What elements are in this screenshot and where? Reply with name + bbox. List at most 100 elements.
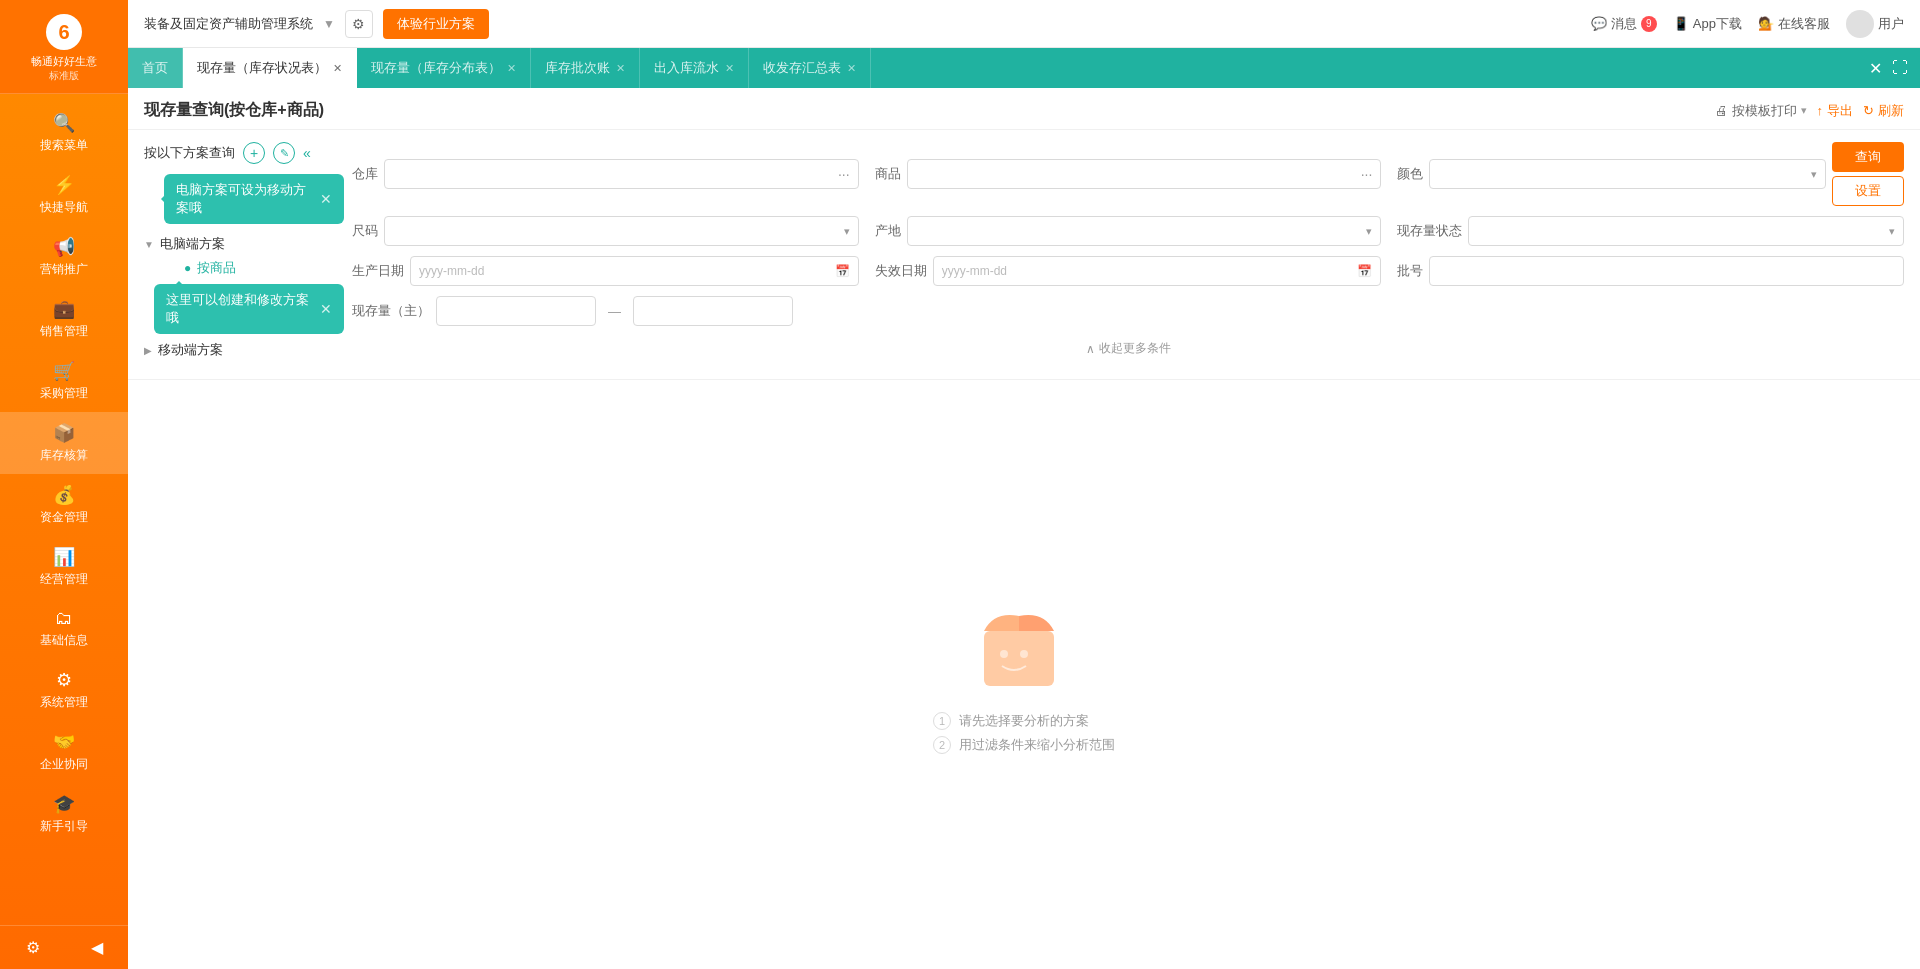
settings-button[interactable]: 设置: [1832, 176, 1904, 206]
tooltip-close-btn[interactable]: ✕: [320, 191, 332, 207]
tree-arrow-mobile[interactable]: ▶: [144, 345, 152, 356]
origin-select[interactable]: ▾: [907, 216, 1382, 246]
scheme-tooltip2-wrap: 这里可以创建和修改方案哦 ✕: [154, 284, 344, 334]
size-select[interactable]: ▾: [384, 216, 859, 246]
main-area: 装备及固定资产辅助管理系统 ▼ ⚙ 体验行业方案 💬 消息 9 📱 App下载 …: [128, 0, 1920, 969]
query-button[interactable]: 查询: [1832, 142, 1904, 172]
tab-inventory-dist[interactable]: 现存量（库存分布表） ✕: [357, 48, 531, 88]
tab-close-all-btn[interactable]: ✕: [1869, 59, 1882, 78]
message-item[interactable]: 💬 消息 9: [1591, 15, 1657, 33]
sidebar-item-finance[interactable]: 💰 资金管理: [0, 474, 128, 536]
tab-home[interactable]: 首页: [128, 48, 183, 88]
sidebar-item-label: 资金管理: [40, 509, 88, 526]
refresh-btn[interactable]: ↻ 刷新: [1863, 102, 1904, 120]
tab-inout-flow[interactable]: 出入库流水 ✕: [640, 48, 749, 88]
batch-input[interactable]: [1429, 256, 1904, 286]
goods-dots[interactable]: ···: [1361, 166, 1373, 182]
export-label: 导出: [1827, 102, 1853, 120]
produce-date-label: 生产日期: [352, 262, 404, 280]
tab-close-batch-account[interactable]: ✕: [616, 62, 625, 75]
tree-item-mobile: ▶ 移动端方案: [144, 338, 344, 362]
svg-point-1: [1000, 650, 1008, 658]
tree-label-pc[interactable]: 电脑端方案: [160, 235, 225, 253]
sidebar-item-system[interactable]: ⚙ 系统管理: [0, 659, 128, 721]
sidebar-item-label: 销售管理: [40, 323, 88, 340]
produce-date-input[interactable]: yyyy-mm-dd 📅: [410, 256, 859, 286]
user-item[interactable]: 用户: [1846, 10, 1904, 38]
top-header: 装备及固定资产辅助管理系统 ▼ ⚙ 体验行业方案 💬 消息 9 📱 App下载 …: [128, 0, 1920, 48]
export-btn[interactable]: ↑ 导出: [1817, 102, 1854, 120]
tab-batch-account-label: 库存批次账: [545, 59, 610, 77]
tab-close-inventory-dist[interactable]: ✕: [507, 62, 516, 75]
tab-inventory-dist-label: 现存量（库存分布表）: [371, 59, 501, 77]
tooltip2-close-btn[interactable]: ✕: [320, 301, 332, 317]
system-dropdown-icon[interactable]: ▼: [323, 17, 335, 31]
tree-label-mobile[interactable]: 移动端方案: [158, 341, 223, 359]
enterprise-icon: 🤝: [53, 731, 75, 753]
range-separator: —: [608, 304, 621, 319]
page-actions: 🖨 按模板打印 ▾ ↑ 导出 ↻ 刷新: [1715, 102, 1905, 120]
expire-date-calendar-icon[interactable]: 📅: [1357, 264, 1372, 278]
batch-field: 批号: [1397, 256, 1904, 286]
tab-expand-btn[interactable]: ⛶: [1892, 59, 1908, 77]
tab-receive-summary[interactable]: 收发存汇总表 ✕: [749, 48, 871, 88]
empty-hint-1: 1 请先选择要分析的方案: [933, 712, 1115, 730]
tab-inventory-status[interactable]: 现存量（库存状况表） ✕: [183, 48, 357, 88]
sidebar-item-purchase[interactable]: 🛒 采购管理: [0, 350, 128, 412]
header-right: 💬 消息 9 📱 App下载 💁 在线客服 用户: [1591, 10, 1904, 38]
produce-date-value: yyyy-mm-dd: [419, 264, 484, 278]
tab-close-inout-flow[interactable]: ✕: [725, 62, 734, 75]
stock-main-to[interactable]: [633, 296, 793, 326]
tree-arrow-pc[interactable]: ▼: [144, 239, 154, 250]
tab-close-receive-summary[interactable]: ✕: [847, 62, 856, 75]
filter-edit-btn[interactable]: ✎: [273, 142, 295, 164]
sidebar-item-inventory[interactable]: 📦 库存核算: [0, 412, 128, 474]
settings-btn[interactable]: ⚙: [26, 938, 40, 957]
scheme-panel: 按以下方案查询 + ✎ « 电脑方案可设为移动方案哦 ✕: [144, 142, 344, 362]
guide-icon: 🎓: [53, 793, 75, 815]
user-label: 用户: [1878, 15, 1904, 33]
collapse-sidebar-btn[interactable]: ◀: [91, 938, 103, 957]
sidebar-item-enterprise[interactable]: 🤝 企业协同: [0, 721, 128, 783]
stock-main-from[interactable]: [436, 296, 596, 326]
produce-date-calendar-icon[interactable]: 📅: [835, 264, 850, 278]
app-download-item[interactable]: 📱 App下载: [1673, 15, 1742, 33]
sidebar-item-guide[interactable]: 🎓 新手引导: [0, 783, 128, 845]
warehouse-input[interactable]: ···: [384, 159, 859, 189]
origin-dropdown-icon: ▾: [1366, 225, 1372, 238]
tree-item-pc: ▼ 电脑端方案: [144, 232, 344, 256]
sidebar-item-sales[interactable]: 💼 销售管理: [0, 288, 128, 350]
stock-status-select[interactable]: ▾: [1468, 216, 1904, 246]
print-btn[interactable]: 🖨 按模板打印 ▾: [1715, 102, 1807, 120]
industry-button[interactable]: 体验行业方案: [383, 9, 489, 39]
origin-field: 产地 ▾: [875, 216, 1382, 246]
expire-date-input[interactable]: yyyy-mm-dd 📅: [933, 256, 1382, 286]
gear-button[interactable]: ⚙: [345, 10, 373, 38]
tab-close-inventory-status[interactable]: ✕: [333, 62, 342, 75]
filter-add-btn[interactable]: +: [243, 142, 265, 164]
collapse-btn[interactable]: ∧ 收起更多条件: [1086, 340, 1171, 357]
sidebar-item-marketing[interactable]: 📢 营销推广: [0, 226, 128, 288]
message-icon: 💬: [1591, 16, 1607, 31]
sidebar-item-operations[interactable]: 📊 经营管理: [0, 536, 128, 598]
hint1-num: 1: [933, 712, 951, 730]
hint1-text: 请先选择要分析的方案: [959, 712, 1089, 730]
online-service-item[interactable]: 💁 在线客服: [1758, 15, 1830, 33]
goods-input[interactable]: ···: [907, 159, 1382, 189]
sidebar-item-base[interactable]: 🗂 基础信息: [0, 598, 128, 659]
page-header: 现存量查询(按仓库+商品) 🖨 按模板打印 ▾ ↑ 导出 ↻ 刷新: [128, 88, 1920, 130]
logo-badge: 标准版: [49, 69, 79, 83]
empty-hint-2: 2 用过滤条件来缩小分析范围: [933, 736, 1115, 754]
color-select[interactable]: ▾: [1429, 159, 1826, 189]
tree-active-indicator: ●: [184, 261, 191, 275]
tree-label-by-goods[interactable]: 按商品: [197, 259, 236, 277]
warehouse-dots[interactable]: ···: [838, 166, 850, 182]
sidebar-item-quick[interactable]: ⚡ 快捷导航: [0, 164, 128, 226]
filter-back-btn[interactable]: «: [303, 145, 311, 161]
sidebar-logo: 6 畅通好好生意 标准版: [0, 0, 128, 94]
filter-tree: ▼ 电脑端方案 ● 按商品: [144, 232, 344, 362]
empty-illustration: [964, 596, 1084, 696]
tab-batch-account[interactable]: 库存批次账 ✕: [531, 48, 640, 88]
sales-icon: 💼: [53, 298, 75, 320]
sidebar-item-search[interactable]: 🔍 搜索菜单: [0, 102, 128, 164]
